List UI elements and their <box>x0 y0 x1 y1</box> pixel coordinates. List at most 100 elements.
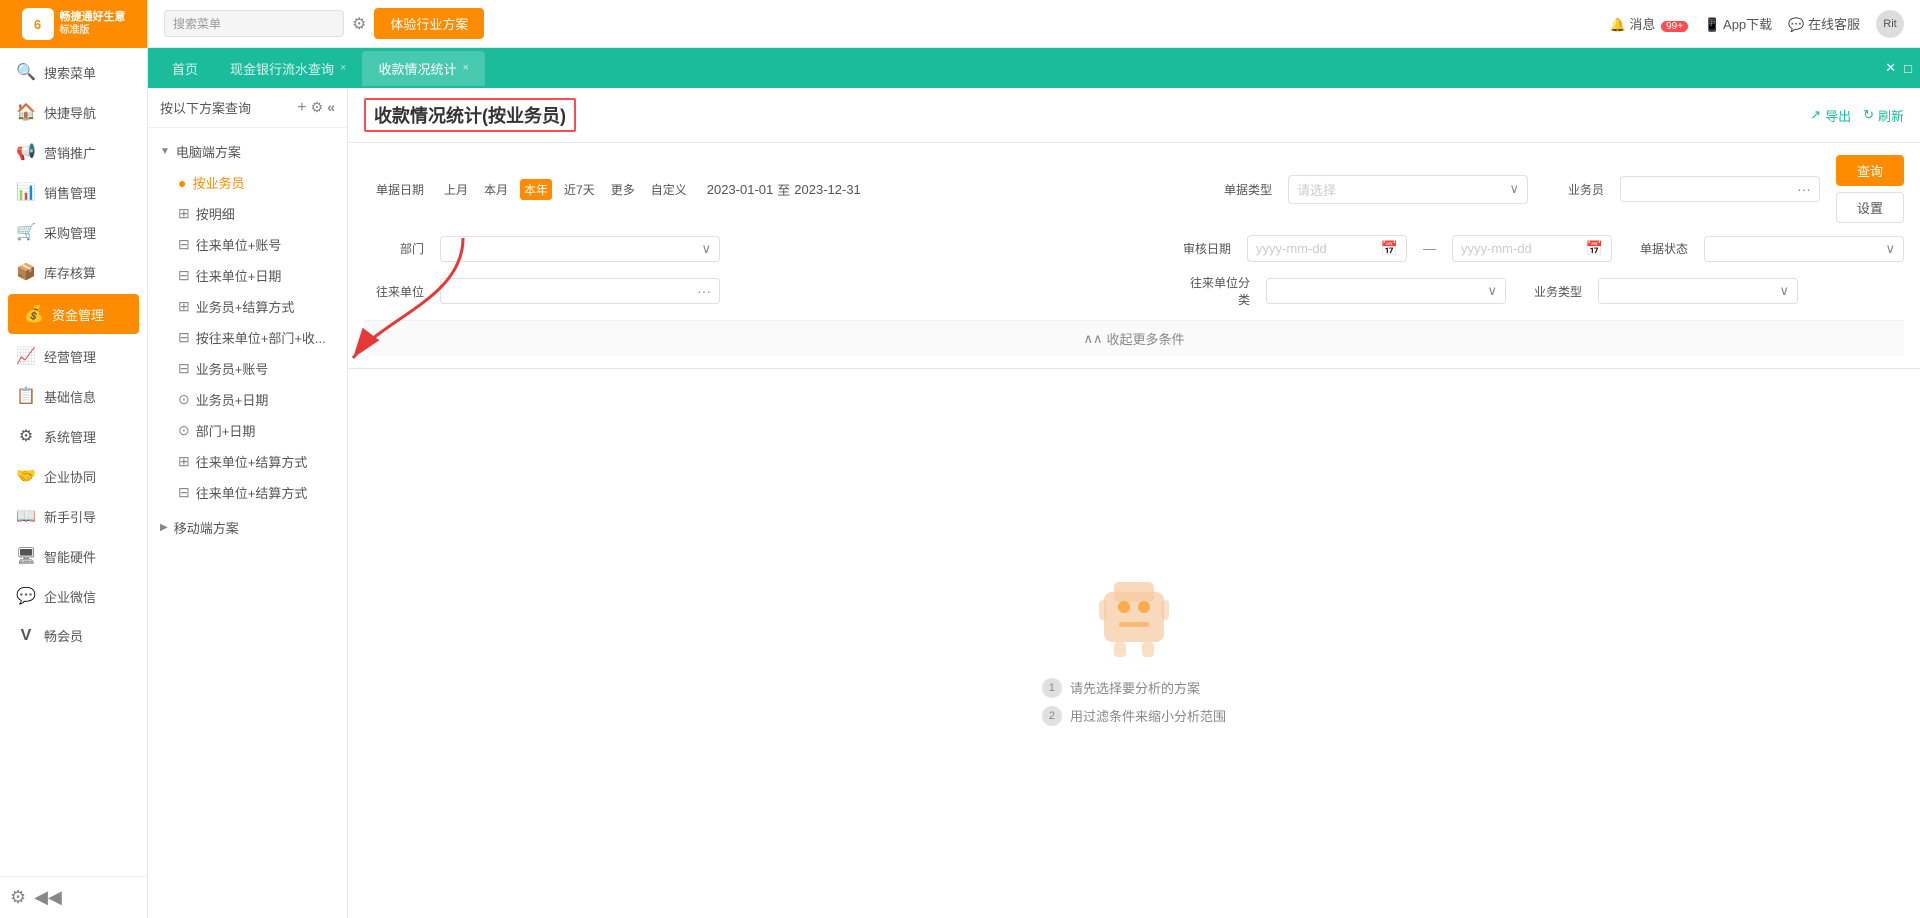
doc-type-select[interactable]: 请选择 ∨ <box>1288 175 1528 204</box>
refresh-icon: ↻ <box>1863 107 1874 123</box>
tree-group-desktop-header[interactable]: ▼ 电脑端方案 <box>148 136 347 167</box>
collapse-scheme-panel-button[interactable]: « <box>327 99 335 117</box>
settings-gear-icon[interactable]: ⚙ <box>10 887 26 908</box>
table-icon: ⊟ <box>178 236 190 253</box>
hardware-icon: 🖥 <box>16 546 36 566</box>
tab-bank-flow[interactable]: 现金银行流水查询 × <box>214 51 362 86</box>
sidebar-item-hardware[interactable]: 🖥 智能硬件 <box>0 536 147 576</box>
circle-icon: ● <box>178 175 186 191</box>
search-icon: 🔍 <box>16 62 36 82</box>
scheme-settings-button[interactable]: ⚙ <box>311 99 324 117</box>
tab-collection[interactable]: 收款情况统计 × <box>362 51 484 86</box>
doc-status-select[interactable]: ∨ <box>1704 236 1904 262</box>
sidebar-item-finance[interactable]: 💰 资金管理 <box>8 294 139 334</box>
sidebar-item-sales[interactable]: 📊 销售管理 <box>0 172 147 212</box>
sidebar-item-collab[interactable]: 🤝 企业协同 <box>0 456 147 496</box>
empty-illustration <box>1074 562 1194 662</box>
filter-actions: 查询 设置 <box>1836 155 1904 223</box>
user-avatar[interactable]: Rit <box>1876 10 1904 38</box>
audit-date-label: 审核日期 <box>1171 240 1231 257</box>
main-area: 搜索菜单 ⚙ 体验行业方案 🔔 消息 99+ 📱 App下载 💬 在线客服 Ri… <box>148 0 1920 918</box>
shortcut-this-year[interactable]: 本年 <box>520 179 552 200</box>
topbar-gear-icon[interactable]: ⚙ <box>352 14 366 34</box>
shortcut-this-month[interactable]: 本月 <box>480 179 512 200</box>
collapse-filter-bar[interactable]: ∧∧ 收起更多条件 <box>364 320 1904 356</box>
scheme-panel-actions: + ⚙ « <box>297 99 335 117</box>
dept-select[interactable]: ∨ <box>440 236 720 262</box>
collab-icon: 🤝 <box>16 466 36 486</box>
tree-item-partner-account[interactable]: ⊟ 往来单位+账号 <box>148 229 347 260</box>
filter-settings-button[interactable]: 设置 <box>1836 192 1904 223</box>
audit-date-to[interactable]: yyyy-mm-dd 📅 <box>1452 235 1612 262</box>
date-range: 2023-01-01 至 2023-12-31 <box>707 180 861 199</box>
sidebar-item-member[interactable]: V 畅会员 <box>0 616 147 655</box>
shortcut-more[interactable]: 更多 <box>607 179 639 200</box>
guide-icon: 📖 <box>16 506 36 526</box>
sidebar-item-system[interactable]: ⚙ 系统管理 <box>0 416 147 456</box>
tab-bank-flow-close[interactable]: × <box>340 62 346 74</box>
tab-home[interactable]: 首页 <box>156 51 214 86</box>
sidebar-item-guide[interactable]: 📖 新手引导 <box>0 496 147 536</box>
partner-more-btn[interactable]: ··· <box>697 283 711 299</box>
wechat-icon: 💬 <box>16 586 36 606</box>
tree-group-mobile-header[interactable]: ▶ 移动端方案 <box>148 512 347 543</box>
date-label: 单据日期 <box>364 181 424 198</box>
query-button[interactable]: 查询 <box>1836 155 1904 186</box>
sidebar-item-search[interactable]: 🔍 搜索菜单 <box>0 52 147 92</box>
tree-item-detail[interactable]: ⊞ 按明细 <box>148 198 347 229</box>
collapse-sidebar-icon[interactable]: ◀◀ <box>34 887 62 908</box>
refresh-button[interactable]: ↻ 刷新 <box>1863 106 1904 125</box>
clock2-icon: ⊙ <box>178 422 190 439</box>
basic-icon: 📋 <box>16 386 36 406</box>
scheme-tree: ▼ 电脑端方案 ● 按业务员 ⊞ 按明细 ⊟ 往来单位+账号 <box>148 128 347 918</box>
tree-item-salesperson[interactable]: ● 按业务员 <box>148 167 347 198</box>
export-button[interactable]: ↗ 导出 <box>1810 106 1851 125</box>
online-service-item[interactable]: 💬 在线客服 <box>1788 14 1860 33</box>
salesperson-more-btn[interactable]: ··· <box>1797 181 1811 197</box>
tree-item-partner-date[interactable]: ⊟ 往来单位+日期 <box>148 260 347 291</box>
empty-steps: 1 请先选择要分析的方案 2 用过滤条件来缩小分析范围 <box>1042 678 1226 726</box>
sidebar-item-inventory[interactable]: 📦 库存核算 <box>0 252 147 292</box>
tab-collection-close[interactable]: × <box>462 62 468 74</box>
audit-date-from[interactable]: yyyy-mm-dd 📅 <box>1247 235 1407 262</box>
sidebar-item-purchase[interactable]: 🛒 采购管理 <box>0 212 147 252</box>
audit-date-dash: — <box>1423 241 1436 256</box>
sidebar-bottom: ⚙ ◀◀ <box>0 876 147 918</box>
partner-select[interactable]: ··· <box>440 278 720 304</box>
tree-item-salesperson-date[interactable]: ⊙ 业务员+日期 <box>148 384 347 415</box>
calendar-from-icon: 📅 <box>1381 240 1398 257</box>
tree-item-salesperson-account[interactable]: ⊟ 业务员+账号 <box>148 353 347 384</box>
dept-chevron-icon: ∨ <box>701 241 711 257</box>
maximize-window-icon[interactable]: □ <box>1904 61 1912 76</box>
date-shortcuts: 上月 本月 本年 近7天 更多 自定义 <box>440 179 691 200</box>
sidebar-item-management[interactable]: 📈 经营管理 <box>0 336 147 376</box>
add-scheme-button[interactable]: + <box>297 99 306 117</box>
tree-item-partner-settle1[interactable]: ⊞ 往来单位+结算方式 <box>148 446 347 477</box>
tree-item-salesperson-settle[interactable]: ⊞ 业务员+结算方式 <box>148 291 347 322</box>
tree-item-partner-dept[interactable]: ⊟ 按往来单位+部门+收... <box>148 322 347 353</box>
shortcut-custom[interactable]: 自定义 <box>647 179 691 200</box>
app-logo: 6 畅捷通好生意 标准版 <box>0 0 147 48</box>
scheme-panel-header: 按以下方案查询 + ⚙ « <box>148 88 347 128</box>
sidebar-item-basic[interactable]: 📋 基础信息 <box>0 376 147 416</box>
sidebar-item-wechat[interactable]: 💬 企业微信 <box>0 576 147 616</box>
tree-item-partner-settle2[interactable]: ⊟ 往来单位+结算方式 <box>148 477 347 508</box>
salesperson-select[interactable]: ··· <box>1620 176 1820 202</box>
management-icon: 📈 <box>16 346 36 366</box>
search-menu-input[interactable]: 搜索菜单 <box>164 10 344 37</box>
notification-item[interactable]: 🔔 消息 99+ <box>1610 14 1688 33</box>
business-type-select[interactable]: ∨ <box>1598 278 1798 304</box>
tree-item-dept-date[interactable]: ⊙ 部门+日期 <box>148 415 347 446</box>
chevron-down-icon: ▼ <box>160 146 170 157</box>
shortcut-7days[interactable]: 近7天 <box>560 179 599 200</box>
sidebar-item-quicknav[interactable]: 🏠 快捷导航 <box>0 92 147 132</box>
filter-row-1: 单据日期 上月 本月 本年 近7天 更多 自定义 2023-01-01 至 20… <box>364 155 1904 223</box>
sidebar-item-marketing[interactable]: 📢 营销推广 <box>0 132 147 172</box>
empty-step-1: 1 请先选择要分析的方案 <box>1042 678 1226 698</box>
shortcut-last-month[interactable]: 上月 <box>440 179 472 200</box>
scheme-experience-button[interactable]: 体验行业方案 <box>374 8 484 39</box>
app-download-item[interactable]: 📱 App下载 <box>1704 14 1772 33</box>
partner-category-select[interactable]: ∨ <box>1266 278 1506 304</box>
scheme-panel: 按以下方案查询 + ⚙ « ▼ 电脑端方案 ● 按业务员 <box>148 88 348 918</box>
close-window-icon[interactable]: ✕ <box>1885 60 1896 76</box>
